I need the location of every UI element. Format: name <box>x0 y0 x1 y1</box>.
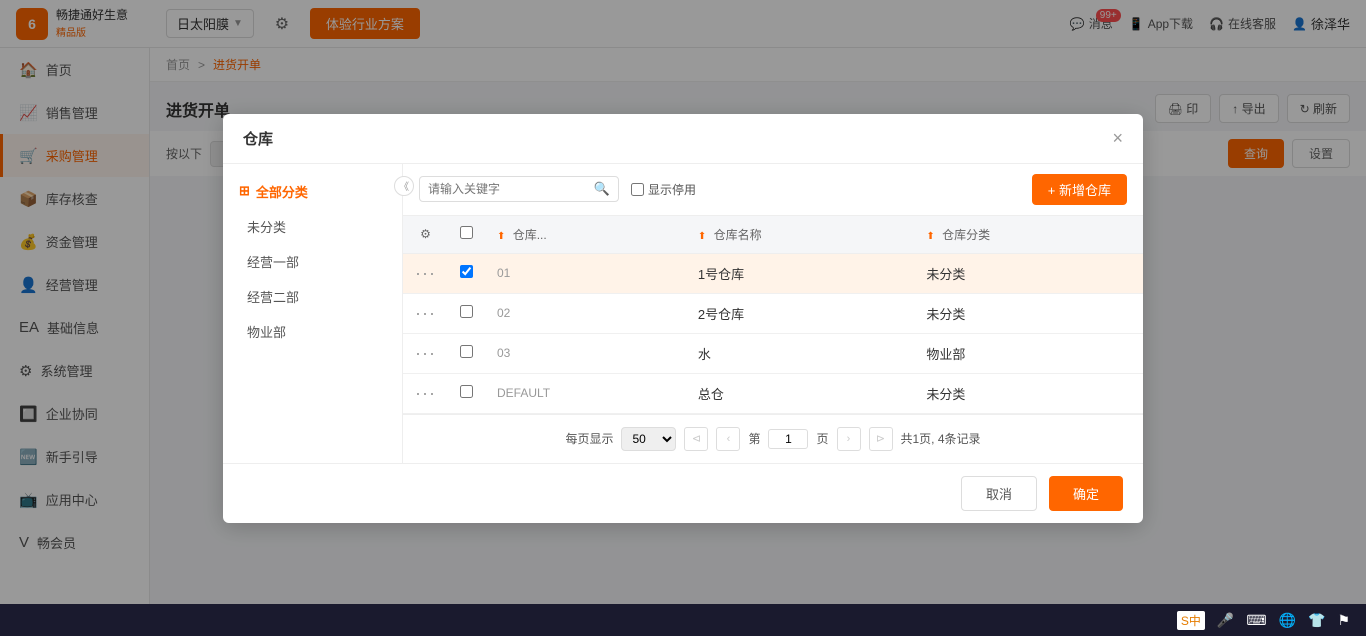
page-first-btn[interactable]: ⊲ <box>684 427 708 451</box>
page-unit: 页 <box>816 430 828 447</box>
row-category: 未分类 <box>914 373 1143 413</box>
row-code: 03 <box>485 333 686 373</box>
status-keyboard-icon[interactable]: ⌨ <box>1246 612 1266 629</box>
table-row[interactable]: ··· 01 1号仓库 未分类 <box>403 253 1143 293</box>
cancel-button[interactable]: 取消 <box>961 476 1037 511</box>
confirm-button[interactable]: 确定 <box>1049 476 1123 511</box>
row-code: 01 <box>485 253 686 293</box>
show-disabled-checkbox[interactable] <box>631 183 644 196</box>
total-info: 共1页, 4条记录 <box>901 430 981 447</box>
row-action: ··· <box>403 293 448 333</box>
row-more-btn[interactable]: ··· <box>415 263 436 284</box>
modal-footer: 取消 确定 <box>223 463 1143 523</box>
row-category: 未分类 <box>914 293 1143 333</box>
row-checkbox[interactable] <box>460 345 473 358</box>
row-more-btn[interactable]: ··· <box>415 303 436 324</box>
modal-close-button[interactable]: × <box>1112 128 1123 149</box>
row-checkbox[interactable] <box>460 385 473 398</box>
col-checkbox <box>448 216 485 254</box>
row-checkbox[interactable] <box>460 265 473 278</box>
category-item[interactable]: 物业部 <box>223 314 402 349</box>
row-name: 总仓 <box>686 373 915 413</box>
add-warehouse-button[interactable]: + 新增仓库 <box>1032 174 1127 205</box>
col-category: ⬆ 仓库分类 <box>914 216 1143 254</box>
row-checkbox-cell <box>448 373 485 413</box>
grid-icon: ⊞ <box>239 183 250 199</box>
category-item[interactable]: 经营一部 <box>223 244 402 279</box>
row-code: DEFAULT <box>485 373 686 413</box>
content-panel: 🔍 显示停用 + 新增仓库 ⚙ <box>403 164 1143 463</box>
all-categories-item[interactable]: ⊞ 全部分类 <box>223 174 402 209</box>
table-body: ··· 01 1号仓库 未分类 ··· 02 2号仓库 未分类 ··· <box>403 253 1143 413</box>
status-lang-icon[interactable]: S中 <box>1177 611 1205 630</box>
row-category: 未分类 <box>914 253 1143 293</box>
status-flag-icon[interactable]: ⚑ <box>1337 612 1350 629</box>
collapse-btn[interactable]: 《 <box>394 176 414 196</box>
category-item[interactable]: 经营二部 <box>223 279 402 314</box>
category-list: 未分类经营一部经营二部物业部 <box>223 209 402 349</box>
modal-title: 仓库 <box>243 128 273 149</box>
row-checkbox[interactable] <box>460 305 473 318</box>
page-label: 第 <box>748 430 760 447</box>
row-checkbox-cell <box>448 253 485 293</box>
sort-icon-name: ⬆ <box>698 231 706 242</box>
col-settings: ⚙ <box>403 216 448 254</box>
category-item[interactable]: 未分类 <box>223 209 402 244</box>
search-input[interactable] <box>428 182 594 196</box>
table-header-row: ⚙ ⬆ 仓库... ⬆ 仓库名称 <box>403 216 1143 254</box>
modal-body: ⊞ 全部分类 《 未分类经营一部经营二部物业部 🔍 显示停用 <box>223 164 1143 463</box>
per-page-label: 每页显示 <box>565 430 613 447</box>
page-size-select[interactable]: 102050100 <box>621 427 676 451</box>
data-table: ⚙ ⬆ 仓库... ⬆ 仓库名称 <box>403 216 1143 414</box>
search-box: 🔍 <box>419 176 619 202</box>
row-name: 水 <box>686 333 915 373</box>
modal-overlay: 仓库 × ⊞ 全部分类 《 未分类经营一部经营二部物业部 🔍 <box>0 0 1366 636</box>
col-name: ⬆ 仓库名称 <box>686 216 915 254</box>
row-more-btn[interactable]: ··· <box>415 383 436 404</box>
category-panel: ⊞ 全部分类 《 未分类经营一部经营二部物业部 <box>223 164 403 463</box>
col-code: ⬆ 仓库... <box>485 216 686 254</box>
row-name: 2号仓库 <box>686 293 915 333</box>
sort-icon-category: ⬆ <box>926 231 934 242</box>
status-shirt-icon[interactable]: 👕 <box>1308 612 1325 629</box>
modal-header: 仓库 × <box>223 114 1143 164</box>
row-action: ··· <box>403 333 448 373</box>
table-row[interactable]: ··· 03 水 物业部 <box>403 333 1143 373</box>
row-action: ··· <box>403 373 448 413</box>
row-category: 物业部 <box>914 333 1143 373</box>
show-disabled-label[interactable]: 显示停用 <box>631 181 696 198</box>
row-code: 02 <box>485 293 686 333</box>
warehouse-modal: 仓库 × ⊞ 全部分类 《 未分类经营一部经营二部物业部 🔍 <box>223 114 1143 523</box>
table-row[interactable]: ··· DEFAULT 总仓 未分类 <box>403 373 1143 413</box>
warehouse-table: ⚙ ⬆ 仓库... ⬆ 仓库名称 <box>403 216 1143 414</box>
row-name: 1号仓库 <box>686 253 915 293</box>
pagination: 每页显示 102050100 ⊲ ‹ 第 页 › ⊳ 共1页, 4条记录 <box>403 414 1143 463</box>
row-checkbox-cell <box>448 333 485 373</box>
page-next-btn[interactable]: › <box>837 427 861 451</box>
table-row[interactable]: ··· 02 2号仓库 未分类 <box>403 293 1143 333</box>
row-more-btn[interactable]: ··· <box>415 343 436 364</box>
page-input[interactable] <box>768 429 808 449</box>
page-last-btn[interactable]: ⊳ <box>869 427 893 451</box>
search-icon[interactable]: 🔍 <box>594 181 610 197</box>
content-toolbar: 🔍 显示停用 + 新增仓库 <box>403 164 1143 216</box>
select-all-checkbox[interactable] <box>460 226 473 239</box>
page-prev-btn[interactable]: ‹ <box>716 427 740 451</box>
row-action: ··· <box>403 253 448 293</box>
sort-icon: ⬆ <box>497 231 505 242</box>
status-bar: S中 🎤 ⌨ 🌐 👕 ⚑ <box>0 604 1366 636</box>
all-categories-label: 全部分类 <box>256 182 308 201</box>
status-network-icon[interactable]: 🌐 <box>1279 612 1296 629</box>
status-mic-icon[interactable]: 🎤 <box>1217 612 1234 629</box>
row-checkbox-cell <box>448 293 485 333</box>
